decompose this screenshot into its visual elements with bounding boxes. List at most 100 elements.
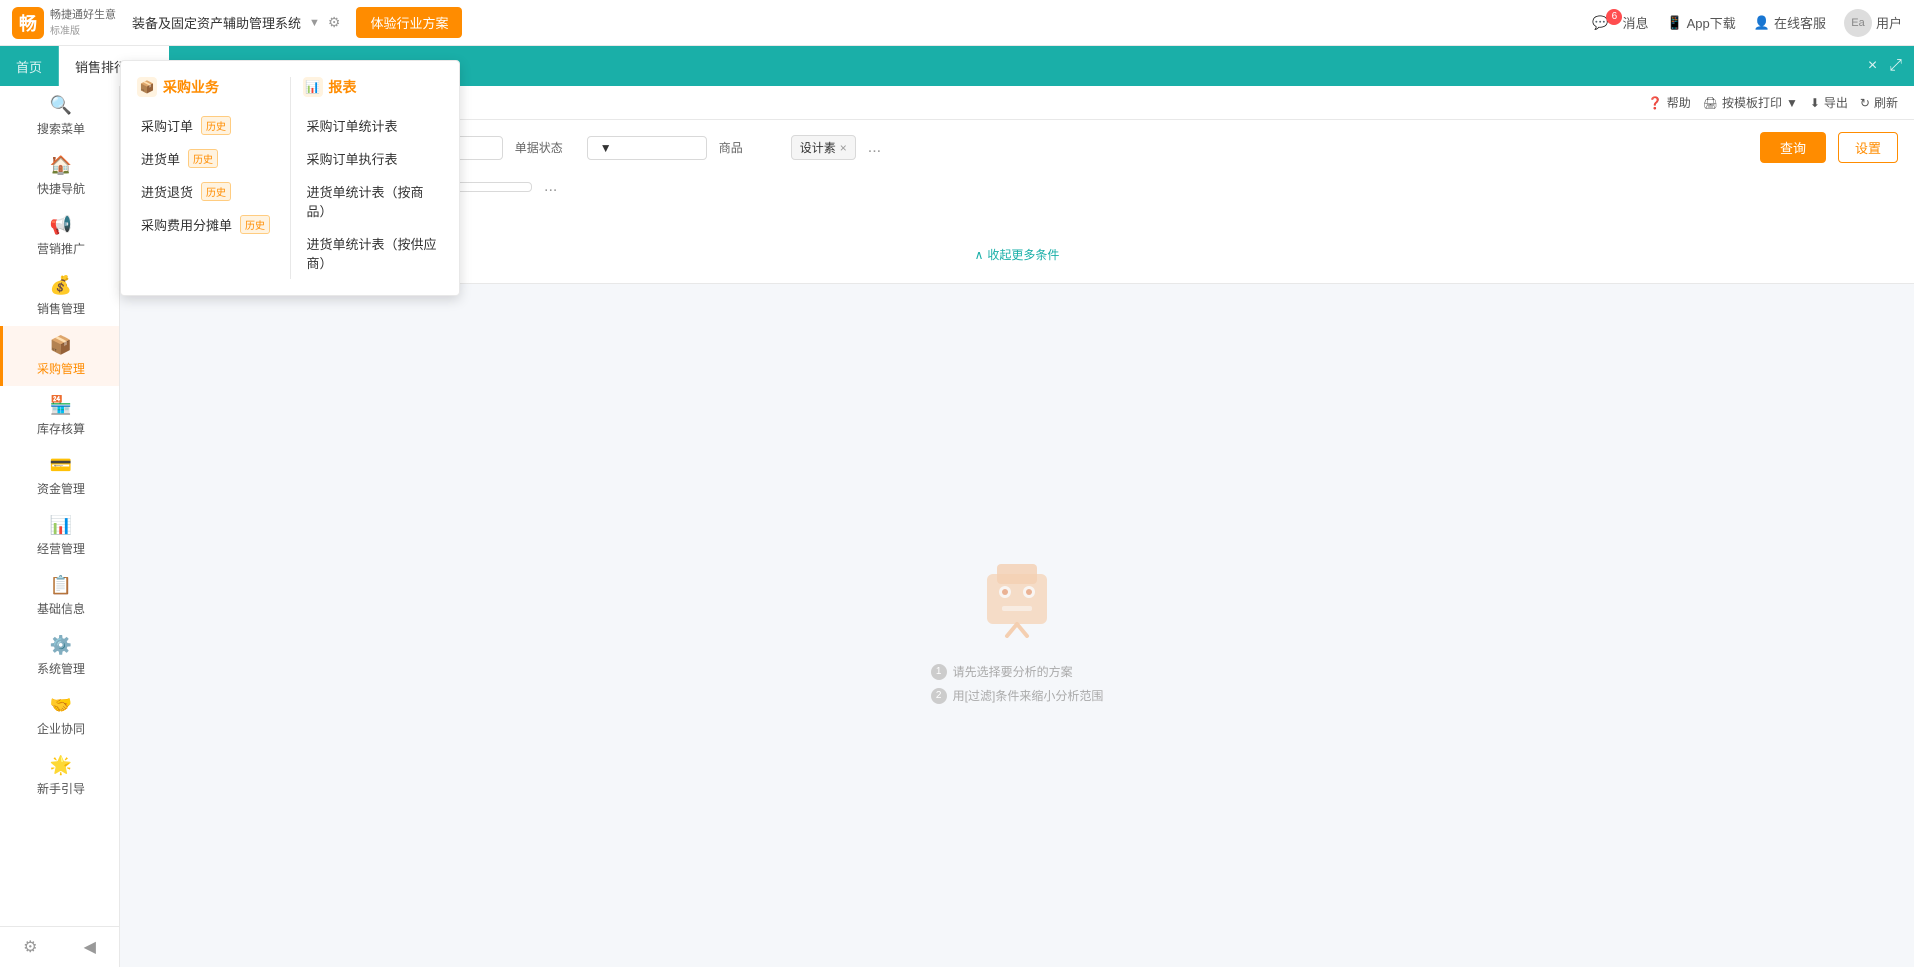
print-btn[interactable]: 🖨 按模板打印 ▼ bbox=[1703, 94, 1798, 111]
set-btn[interactable]: 设置 bbox=[1838, 132, 1898, 163]
tab-close-btn[interactable]: × bbox=[1868, 57, 1877, 75]
user-label: 用户 bbox=[1876, 13, 1902, 32]
empty-illustration bbox=[967, 544, 1067, 644]
refresh-btn[interactable]: ↻ 刷新 bbox=[1860, 94, 1898, 111]
help-btn[interactable]: ❓ 帮助 bbox=[1648, 94, 1691, 111]
dropdown-item-purchase-expense[interactable]: 采购费用分摊单 历史 bbox=[137, 208, 278, 241]
sidebar: 🔍 搜索菜单 🏠 快捷导航 📢 营销推广 💰 销售管理 📦 采购管理 🏪 库存核… bbox=[0, 86, 120, 967]
basic-icon: 📋 bbox=[50, 575, 72, 596]
notification-label: 消息 bbox=[1622, 13, 1648, 32]
filter-actions: 查询 设置 bbox=[1760, 132, 1898, 163]
avatar: Ea bbox=[1844, 9, 1872, 37]
tip-text-1: 请先选择要分析的方案 bbox=[953, 660, 1073, 684]
sidebar-item-quicknav-label: 快捷导航 bbox=[37, 180, 85, 197]
sidebar-item-search[interactable]: 🔍 搜索菜单 bbox=[0, 86, 119, 146]
dropdown-right-title: 📊 报表 bbox=[303, 77, 444, 97]
help-icon: ❓ bbox=[1648, 96, 1663, 110]
stock-by-supplier-label: 进货单统计表（按供应商） bbox=[307, 234, 440, 272]
dropdown-right-col: 📊 报表 采购订单统计表 采购订单执行表 进货单统计表（按商品） 进货单统计表（… bbox=[303, 77, 444, 279]
print-dropdown-icon: ▼ bbox=[1786, 96, 1798, 110]
system-title-text: 装备及固定资产辅助管理系统 bbox=[132, 13, 301, 32]
sidebar-item-inventory-label: 库存核算 bbox=[37, 420, 85, 437]
tab-right-actions: × ⤢ bbox=[1856, 46, 1914, 86]
service-icon: 👤 bbox=[1754, 15, 1770, 31]
tip-num-2: 2 bbox=[931, 688, 947, 704]
online-service-btn[interactable]: 👤 在线客服 bbox=[1754, 13, 1826, 32]
top-right: 💬 6 消息 📱 App下载 👤 在线客服 Ea 用户 bbox=[1592, 9, 1902, 37]
dropdown-left-col: 📦 采购业务 采购订单 历史 进货单 历史 进货退货 历史 采购费用分摊单 历史 bbox=[137, 77, 278, 279]
purchase-dropdown-menu: 📦 采购业务 采购订单 历史 进货单 历史 进货退货 历史 采购费用分摊单 历史 bbox=[120, 60, 460, 296]
funds-icon: 💳 bbox=[50, 455, 72, 476]
sidebar-item-guide[interactable]: 🌟 新手引导 bbox=[0, 746, 119, 806]
stock-by-goods-label: 进货单统计表（按商品） bbox=[307, 182, 440, 220]
dropdown-item-order-summary[interactable]: 采购订单统计表 bbox=[303, 109, 444, 142]
sidebar-bottom: ⚙ ◀ bbox=[0, 926, 119, 967]
app-download-btn[interactable]: 📱 App下载 bbox=[1666, 13, 1735, 32]
title-settings-icon[interactable]: ⚙ bbox=[328, 14, 341, 31]
purchase-title-icon: 📦 bbox=[137, 77, 157, 97]
status-select-arrow: ▼ bbox=[600, 141, 612, 155]
user-area[interactable]: Ea 用户 bbox=[1844, 9, 1902, 37]
dropdown-item-stock-by-goods[interactable]: 进货单统计表（按商品） bbox=[303, 175, 444, 227]
sidebar-item-sales-label: 销售管理 bbox=[37, 300, 85, 317]
tab-home[interactable]: 首页 bbox=[0, 46, 59, 86]
sidebar-item-marketing[interactable]: 📢 营销推广 bbox=[0, 206, 119, 266]
purchase-expense-history[interactable]: 历史 bbox=[240, 215, 270, 234]
title-dropdown-icon[interactable]: ▼ bbox=[309, 17, 320, 29]
refresh-icon: ↻ bbox=[1860, 96, 1870, 110]
sidebar-item-purchase[interactable]: 📦 采购管理 bbox=[0, 326, 119, 386]
industry-btn[interactable]: 体验行业方案 bbox=[356, 7, 462, 38]
goods-tag-close[interactable]: × bbox=[840, 141, 847, 155]
purchase-order-history[interactable]: 历史 bbox=[201, 116, 231, 135]
collapse-label: 收起更多条件 bbox=[987, 246, 1059, 263]
sales-dots[interactable]: ... bbox=[544, 178, 557, 196]
sidebar-item-quicknav[interactable]: 🏠 快捷导航 bbox=[0, 146, 119, 206]
sidebar-settings-btn[interactable]: ⚙ bbox=[23, 937, 37, 957]
sidebar-item-enterprise[interactable]: 🤝 企业协同 bbox=[0, 686, 119, 746]
empty-tip-1: 1 请先选择要分析的方案 bbox=[931, 660, 1104, 684]
stock-return-label: 进货退货 bbox=[141, 182, 193, 201]
notification-btn[interactable]: 💬 6 消息 bbox=[1592, 13, 1648, 32]
dropdown-item-stock-in[interactable]: 进货单 历史 bbox=[137, 142, 278, 175]
dropdown-item-purchase-order[interactable]: 采购订单 历史 bbox=[137, 109, 278, 142]
dropdown-item-stock-by-supplier[interactable]: 进货单统计表（按供应商） bbox=[303, 227, 444, 279]
dropdown-item-order-exec[interactable]: 采购订单执行表 bbox=[303, 142, 444, 175]
sidebar-item-system[interactable]: ⚙️ 系统管理 bbox=[0, 626, 119, 686]
goods-dots[interactable]: ... bbox=[868, 139, 881, 157]
sidebar-item-basic[interactable]: 📋 基础信息 bbox=[0, 566, 119, 626]
dropdown-left-title: 📦 采购业务 bbox=[137, 77, 278, 97]
home-icon: 🏠 bbox=[50, 155, 72, 176]
print-icon: 🖨 bbox=[1703, 96, 1718, 110]
sidebar-item-guide-label: 新手引导 bbox=[37, 780, 85, 797]
logo-text: 畅捷通好生意 bbox=[50, 8, 116, 22]
sidebar-item-sales[interactable]: 💰 销售管理 bbox=[0, 266, 119, 326]
sidebar-item-system-label: 系统管理 bbox=[37, 660, 85, 677]
sidebar-item-inventory[interactable]: 🏪 库存核算 bbox=[0, 386, 119, 446]
operation-icon: 📊 bbox=[50, 515, 72, 536]
goods-tag[interactable]: 设计素 × bbox=[791, 135, 856, 160]
status-select[interactable]: ▼ bbox=[587, 136, 707, 160]
tab-home-label: 首页 bbox=[16, 57, 42, 76]
dropdown-item-stock-return[interactable]: 进货退货 历史 bbox=[137, 175, 278, 208]
search-icon: 🔍 bbox=[50, 95, 72, 116]
stock-in-history[interactable]: 历史 bbox=[188, 149, 218, 168]
system-title-area: 装备及固定资产辅助管理系统 ▼ ⚙ 体验行业方案 bbox=[132, 7, 1592, 38]
stock-return-history[interactable]: 历史 bbox=[201, 182, 231, 201]
export-btn[interactable]: ⬇ 导出 bbox=[1810, 94, 1848, 111]
inventory-icon: 🏪 bbox=[50, 395, 72, 416]
collapse-icon: ∧ bbox=[975, 248, 984, 262]
goods-tag-label: 设计素 bbox=[800, 139, 836, 156]
sidebar-collapse-btn[interactable]: ◀ bbox=[84, 937, 96, 957]
sidebar-item-funds[interactable]: 💳 资金管理 bbox=[0, 446, 119, 506]
refresh-label: 刷新 bbox=[1874, 94, 1898, 111]
sidebar-item-operation[interactable]: 📊 经营管理 bbox=[0, 506, 119, 566]
system-icon: ⚙️ bbox=[50, 635, 72, 656]
tab-fullscreen-btn[interactable]: ⤢ bbox=[1889, 57, 1902, 75]
query-btn[interactable]: 查询 bbox=[1760, 132, 1826, 163]
marketing-icon: 📢 bbox=[50, 215, 72, 236]
sidebar-item-enterprise-label: 企业协同 bbox=[37, 720, 85, 737]
purchase-section-label: 采购业务 bbox=[163, 77, 219, 97]
report-title-icon: 📊 bbox=[303, 77, 323, 97]
logo-badge: 标准版 bbox=[50, 22, 116, 37]
print-label: 按模板打印 bbox=[1722, 94, 1782, 111]
